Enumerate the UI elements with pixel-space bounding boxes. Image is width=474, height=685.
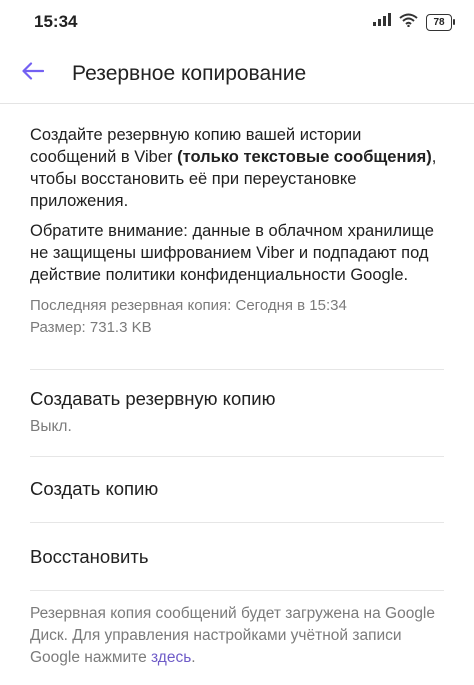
encryption-notice: Обратите внимание: данные в облачном хра… [30, 222, 434, 284]
restore-label: Восстановить [30, 546, 149, 567]
signal-icon [373, 13, 391, 31]
divider [30, 590, 444, 591]
google-account-link[interactable]: здесь [151, 649, 191, 666]
status-icons: 78 [373, 13, 455, 32]
wifi-icon [399, 13, 418, 32]
battery-icon: 78 [426, 13, 455, 31]
app-bar: Резервное копирование [0, 44, 474, 104]
auto-backup-setting[interactable]: Создавать резервную копию Выкл. [0, 388, 474, 448]
status-bar: 15:34 78 [0, 0, 474, 44]
footer-text: Резервная копия сообщений будет загружен… [30, 605, 435, 666]
create-backup-label: Создать копию [30, 478, 159, 499]
footer-suffix: . [191, 649, 196, 666]
auto-backup-title: Создавать резервную копию [30, 388, 276, 409]
backup-description: Создайте резервную копию вашей истории с… [30, 124, 448, 212]
divider [30, 456, 444, 457]
page-title: Резервное копирование [72, 61, 307, 85]
divider [30, 369, 444, 370]
backup-size-info: Размер: 731.3 KB [30, 319, 152, 336]
status-time: 15:34 [34, 12, 78, 31]
divider [30, 522, 444, 523]
back-button[interactable] [0, 44, 72, 104]
footer-note: Резервная копия сообщений будет загружен… [30, 603, 450, 669]
last-backup-info: Последняя резервная копия: Сегодня в 15:… [30, 297, 347, 314]
arrow-left-icon [22, 62, 45, 85]
description-bold-text: (только текстовые сообщения) [177, 148, 432, 166]
create-backup-button[interactable]: Создать копию [0, 478, 474, 508]
restore-button[interactable]: Восстановить [0, 546, 474, 576]
auto-backup-value: Выкл. [30, 418, 72, 435]
backup-description-section: Создайте резервную копию вашей истории с… [30, 104, 448, 339]
